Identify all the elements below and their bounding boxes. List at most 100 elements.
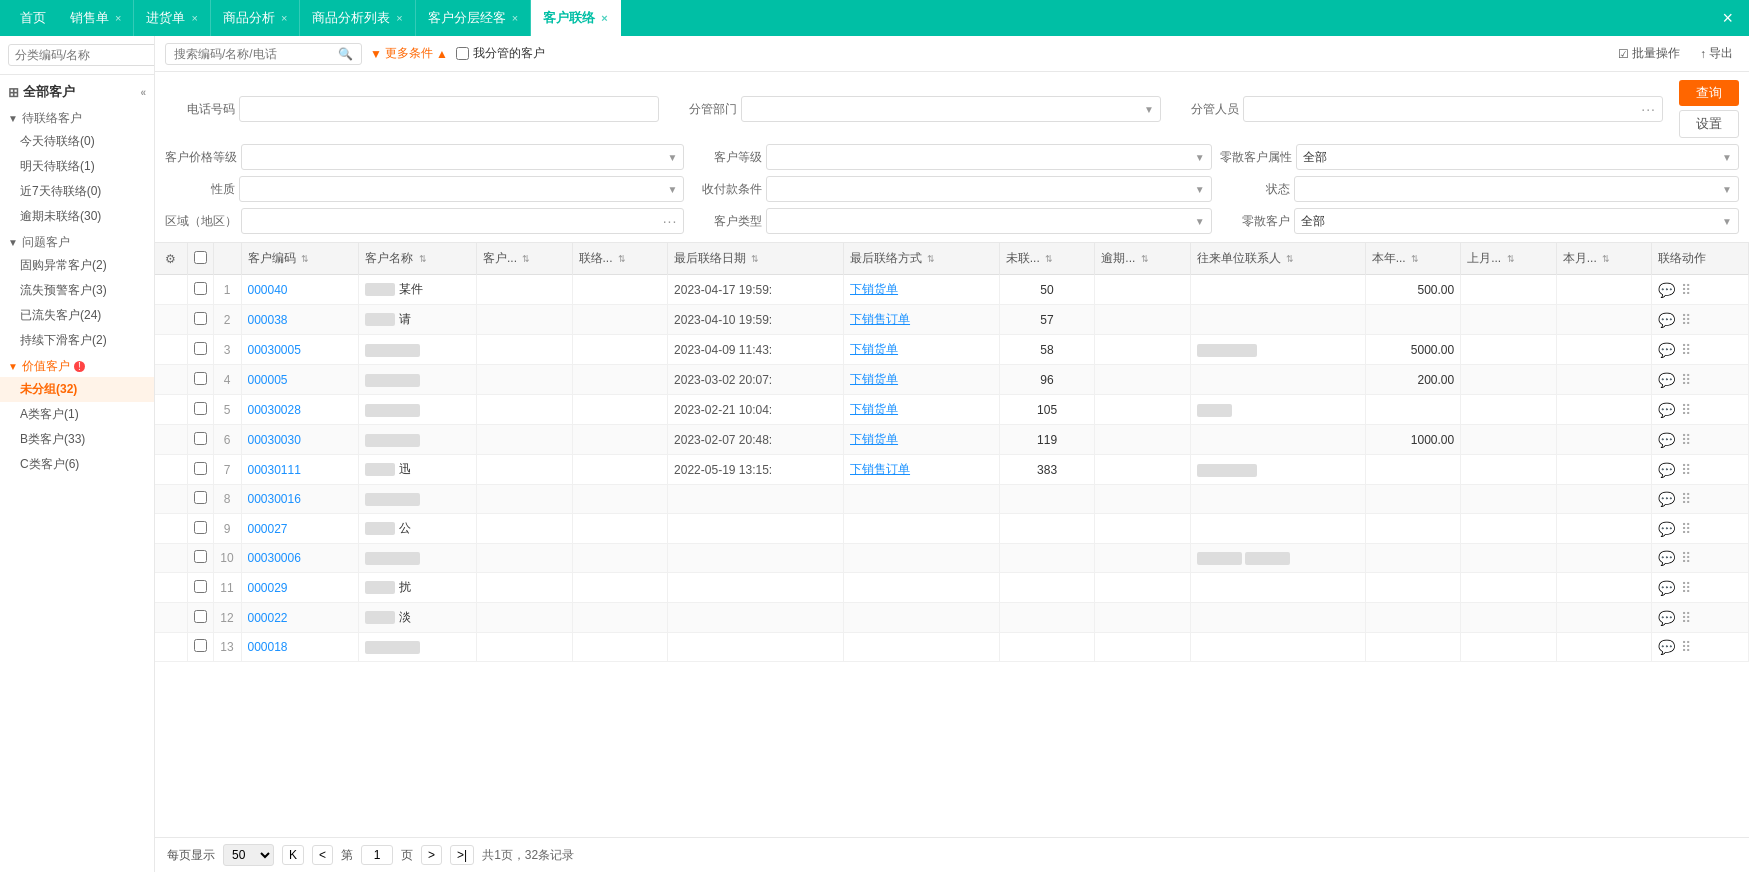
td-code[interactable]: 000018	[241, 633, 359, 662]
td-checkbox[interactable]	[187, 365, 213, 395]
td-last-method[interactable]: 下销货单	[844, 365, 1000, 395]
status-input[interactable]: ▼	[1294, 176, 1739, 202]
customer-level-input[interactable]: ▼	[766, 144, 1211, 170]
more-action-icon[interactable]: ⠿	[1681, 312, 1691, 328]
sidebar-item-tomorrow-pending[interactable]: 明天待联络(1)	[0, 154, 154, 179]
row-checkbox[interactable]	[194, 550, 207, 563]
more-action-icon[interactable]: ⠿	[1681, 580, 1691, 596]
close-purchase-tab[interactable]: ×	[191, 12, 197, 24]
td-code[interactable]: 00030016	[241, 485, 359, 514]
col-name[interactable]: 客户名称 ⇅	[359, 243, 477, 275]
row-checkbox[interactable]	[194, 402, 207, 415]
col-type[interactable]: 客户... ⇅	[476, 243, 572, 275]
sidebar-item-ungrouped[interactable]: 未分组(32)	[0, 377, 154, 402]
more-action-icon[interactable]: ⠿	[1681, 639, 1691, 655]
sidebar-item-churn-warning[interactable]: 流失预警客户(3)	[0, 278, 154, 303]
chat-action-icon[interactable]: 💬	[1658, 491, 1675, 507]
td-last-method[interactable]: 下销售订单	[844, 455, 1000, 485]
row-checkbox[interactable]	[194, 639, 207, 652]
first-page-button[interactable]: K	[282, 845, 304, 865]
sidebar-item-b-class[interactable]: B类客户(33)	[0, 427, 154, 452]
tab-customer-contact[interactable]: 客户联络 ×	[531, 0, 620, 36]
td-code[interactable]: 00030111	[241, 455, 359, 485]
col-last-month[interactable]: 上月... ⇅	[1461, 243, 1557, 275]
staff-input[interactable]: ···	[1243, 96, 1663, 122]
all-customers-header[interactable]: ⊞ 全部客户 «	[0, 75, 154, 105]
my-customers-checkbox[interactable]: 我分管的客户	[456, 45, 545, 62]
col-checkbox[interactable]	[187, 243, 213, 275]
col-unit-contact[interactable]: 往来单位联系人 ⇅	[1190, 243, 1365, 275]
chat-action-icon[interactable]: 💬	[1658, 610, 1675, 626]
sidebar-item-churned[interactable]: 已流失客户(24)	[0, 303, 154, 328]
td-last-method[interactable]	[844, 603, 1000, 633]
row-checkbox[interactable]	[194, 521, 207, 534]
col-last-date[interactable]: 最后联络日期 ⇅	[668, 243, 844, 275]
nature-input[interactable]: ▼	[239, 176, 684, 202]
row-checkbox[interactable]	[194, 610, 207, 623]
chat-action-icon[interactable]: 💬	[1658, 521, 1675, 537]
value-group-label[interactable]: ▼ 价值客户 !	[0, 353, 154, 377]
chat-action-icon[interactable]: 💬	[1658, 580, 1675, 596]
close-analysis-tab[interactable]: ×	[281, 12, 287, 24]
row-checkbox[interactable]	[194, 580, 207, 593]
tab-analysis-list[interactable]: 商品分析列表 ×	[300, 0, 415, 36]
my-customers-check[interactable]	[456, 47, 469, 60]
retail-attr-input[interactable]: 全部 ▼	[1296, 144, 1739, 170]
chat-action-icon[interactable]: 💬	[1658, 342, 1675, 358]
more-action-icon[interactable]: ⠿	[1681, 402, 1691, 418]
region-input[interactable]: ···	[241, 208, 684, 234]
tab-purchase[interactable]: 进货单 ×	[134, 0, 210, 36]
more-action-icon[interactable]: ⠿	[1681, 610, 1691, 626]
td-checkbox[interactable]	[187, 633, 213, 662]
sidebar-search-input[interactable]	[8, 44, 155, 66]
sidebar-item-abnormal[interactable]: 固购异常客户(2)	[0, 253, 154, 278]
retail-input[interactable]: 全部 ▼	[1294, 208, 1739, 234]
more-action-icon[interactable]: ⠿	[1681, 432, 1691, 448]
td-code[interactable]: 00030005	[241, 335, 359, 365]
td-last-method[interactable]	[844, 514, 1000, 544]
td-checkbox[interactable]	[187, 573, 213, 603]
td-checkbox[interactable]	[187, 275, 213, 305]
more-action-icon[interactable]: ⠿	[1681, 462, 1691, 478]
col-code[interactable]: 客户编码 ⇅	[241, 243, 359, 275]
next-page-button[interactable]: >	[421, 845, 442, 865]
query-button[interactable]: 查询	[1679, 80, 1739, 106]
pending-group-label[interactable]: ▼ 待联络客户	[0, 105, 154, 129]
sidebar-item-overdue-pending[interactable]: 逾期未联络(30)	[0, 204, 154, 229]
tab-customer-seg[interactable]: 客户分层经客 ×	[416, 0, 531, 36]
row-checkbox[interactable]	[194, 342, 207, 355]
page-number-input[interactable]	[361, 845, 393, 865]
td-code[interactable]: 000040	[241, 275, 359, 305]
sidebar-item-today-pending[interactable]: 今天待联络(0)	[0, 129, 154, 154]
customer-type-input[interactable]: ▼	[766, 208, 1211, 234]
collapse-icon[interactable]: «	[140, 87, 146, 98]
td-last-method[interactable]	[844, 485, 1000, 514]
row-checkbox[interactable]	[194, 462, 207, 475]
settings-icon[interactable]: ⚙	[165, 252, 176, 266]
col-this-month[interactable]: 本月... ⇅	[1556, 243, 1652, 275]
tab-sales[interactable]: 销售单 ×	[58, 0, 134, 36]
batch-op-button[interactable]: ☑ 批量操作	[1612, 42, 1686, 65]
td-last-method[interactable]	[844, 633, 1000, 662]
phone-input[interactable]	[239, 96, 659, 122]
chat-action-icon[interactable]: 💬	[1658, 282, 1675, 298]
close-analysis-list-tab[interactable]: ×	[396, 12, 402, 24]
td-last-method[interactable]: 下销货单	[844, 275, 1000, 305]
close-sales-tab[interactable]: ×	[115, 12, 121, 24]
td-code[interactable]: 000005	[241, 365, 359, 395]
td-checkbox[interactable]	[187, 544, 213, 573]
td-code[interactable]: 00030030	[241, 425, 359, 455]
col-last-method[interactable]: 最后联络方式 ⇅	[844, 243, 1000, 275]
pay-terms-input[interactable]: ▼	[766, 176, 1211, 202]
last-page-button[interactable]: >|	[450, 845, 474, 865]
col-contact[interactable]: 联络... ⇅	[572, 243, 668, 275]
col-not-contact[interactable]: 未联... ⇅	[999, 243, 1095, 275]
chat-action-icon[interactable]: 💬	[1658, 550, 1675, 566]
tab-home[interactable]: 首页	[8, 0, 58, 36]
more-filters-button[interactable]: ▼ 更多条件 ▲	[370, 45, 448, 62]
sidebar-item-c-class[interactable]: C类客户(6)	[0, 452, 154, 477]
td-code[interactable]: 000022	[241, 603, 359, 633]
dept-input[interactable]: ▼	[741, 96, 1161, 122]
td-last-method[interactable]	[844, 573, 1000, 603]
td-code[interactable]: 000029	[241, 573, 359, 603]
